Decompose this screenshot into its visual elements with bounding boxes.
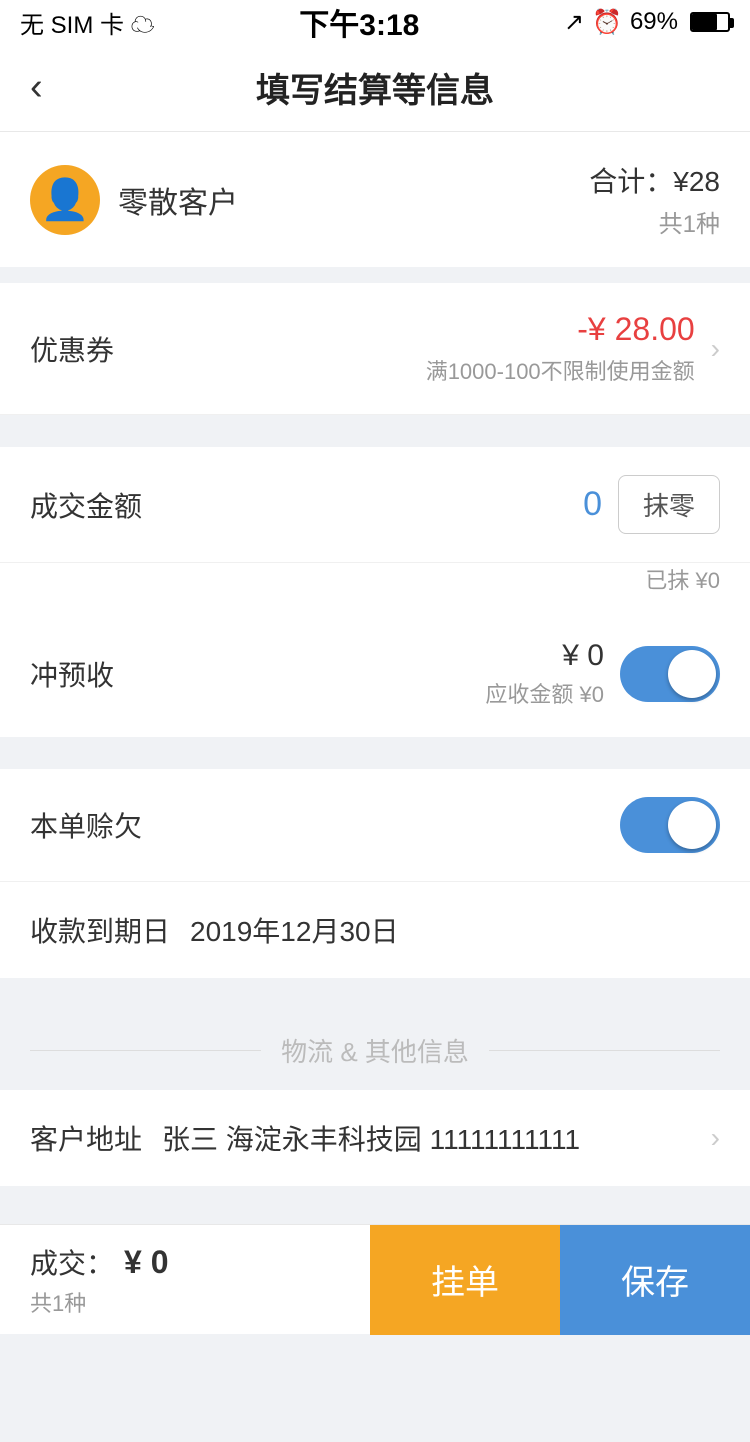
prepay-toggle-knob xyxy=(668,650,716,698)
transaction-section: 成交金额 0 抹零 已抹 ¥0 冲预收 ¥ 0 应收金额 ¥0 xyxy=(0,447,750,737)
nav-bar: ‹ 填写结算等信息 xyxy=(0,44,750,132)
coupon-value-block: -¥ 28.00 满1000-100不限制使用金额 xyxy=(426,311,695,386)
transaction-input-group: 0 抹零 xyxy=(542,475,720,534)
coupon-right: -¥ 28.00 满1000-100不限制使用金额 › xyxy=(426,311,720,386)
alarm-icon: ⏰ xyxy=(592,8,622,37)
coupon-section[interactable]: 优惠券 -¥ 28.00 满1000-100不限制使用金额 › xyxy=(0,283,750,415)
prepay-right: ¥ 0 应收金额 ¥0 xyxy=(485,639,720,709)
coupon-label: 优惠券 xyxy=(30,329,114,369)
save-button[interactable]: 保存 xyxy=(560,1225,750,1335)
customer-right: 合计：¥28 共1种 xyxy=(589,160,720,239)
debt-toggle-knob xyxy=(668,801,716,849)
battery-icon xyxy=(690,12,730,32)
debt-row: 本单赊欠 xyxy=(0,769,750,881)
customer-left: 👤 零散客户 xyxy=(30,165,238,235)
address-section[interactable]: 客户地址 张三 海淀永丰科技园 11111111111 › xyxy=(0,1090,750,1186)
prepay-row: 冲预收 ¥ 0 应收金额 ¥0 xyxy=(0,611,750,737)
address-row[interactable]: 客户地址 张三 海淀永丰科技园 11111111111 › xyxy=(0,1090,750,1186)
status-right: ↗ ⏰ 69% xyxy=(564,8,730,37)
footer: 成交： ¥ 0 共1种 挂单 保存 xyxy=(0,1224,750,1334)
debt-label: 本单赊欠 xyxy=(30,805,142,845)
no-sim-text: 无 SIM 卡 ☁ xyxy=(20,5,155,40)
coupon-desc: 满1000-100不限制使用金额 xyxy=(426,354,695,386)
round-button[interactable]: 抹零 xyxy=(618,475,720,534)
footer-trans-label: 成交： xyxy=(30,1242,114,1282)
coupon-chevron-icon: › xyxy=(711,333,720,365)
page-title: 填写结算等信息 xyxy=(256,63,494,112)
hang-button[interactable]: 挂单 xyxy=(370,1225,560,1335)
transaction-value[interactable]: 0 xyxy=(542,485,602,524)
status-left: 无 SIM 卡 ☁ xyxy=(20,5,155,40)
coupon-row[interactable]: 优惠券 -¥ 28.00 满1000-100不限制使用金额 › xyxy=(0,283,750,415)
logistics-divider: 物流 & 其他信息 xyxy=(0,1010,750,1090)
avatar: 👤 xyxy=(30,165,100,235)
transaction-sub: 已抹 ¥0 xyxy=(0,563,750,611)
transaction-label: 成交金额 xyxy=(30,485,142,525)
avatar-icon: 👤 xyxy=(40,176,90,223)
prepay-toggle[interactable] xyxy=(620,646,720,702)
status-time: 下午3:18 xyxy=(299,0,419,44)
prepay-amount: ¥ 0 xyxy=(485,639,604,673)
transaction-sub-text: 已抹 ¥0 xyxy=(645,568,720,593)
footer-trans-row: 成交： ¥ 0 xyxy=(30,1242,340,1282)
total-count: 共1种 xyxy=(589,204,720,239)
location-icon: ↗ xyxy=(564,8,584,37)
footer-info: 成交： ¥ 0 共1种 xyxy=(0,1242,370,1318)
transaction-row: 成交金额 0 抹零 xyxy=(0,447,750,563)
debt-section: 本单赊欠 收款到期日 2019年12月30日 xyxy=(0,769,750,978)
due-date-row: 收款到期日 2019年12月30日 xyxy=(0,881,750,978)
prepay-sub: 应收金额 ¥0 xyxy=(485,677,604,709)
separator-1 xyxy=(0,431,750,447)
prepay-values: ¥ 0 应收金额 ¥0 xyxy=(485,639,604,709)
address-label: 客户地址 xyxy=(30,1118,142,1158)
due-date-value: 2019年12月30日 xyxy=(190,910,399,950)
customer-name: 零散客户 xyxy=(118,178,238,222)
back-button[interactable]: ‹ xyxy=(30,66,43,109)
customer-section: 👤 零散客户 合计：¥28 共1种 xyxy=(0,132,750,267)
separator-2 xyxy=(0,753,750,769)
prepay-label: 冲预收 xyxy=(30,654,114,694)
address-value: 张三 海淀永丰科技园 11111111111 xyxy=(162,1118,711,1158)
battery-text: 69% xyxy=(630,8,678,36)
separator-3 xyxy=(0,994,750,1010)
footer-trans-value: ¥ 0 xyxy=(124,1244,168,1281)
total-amount: 合计：¥28 xyxy=(589,160,720,200)
coupon-amount: -¥ 28.00 xyxy=(426,311,695,348)
status-bar: 无 SIM 卡 ☁ 下午3:18 ↗ ⏰ 69% xyxy=(0,0,750,44)
customer-row: 👤 零散客户 合计：¥28 共1种 xyxy=(0,132,750,267)
due-date-label: 收款到期日 xyxy=(30,910,170,950)
address-chevron-icon: › xyxy=(711,1122,720,1154)
footer-count: 共1种 xyxy=(30,1286,340,1318)
logistics-text: 物流 & 其他信息 xyxy=(261,1032,489,1069)
debt-toggle[interactable] xyxy=(620,797,720,853)
